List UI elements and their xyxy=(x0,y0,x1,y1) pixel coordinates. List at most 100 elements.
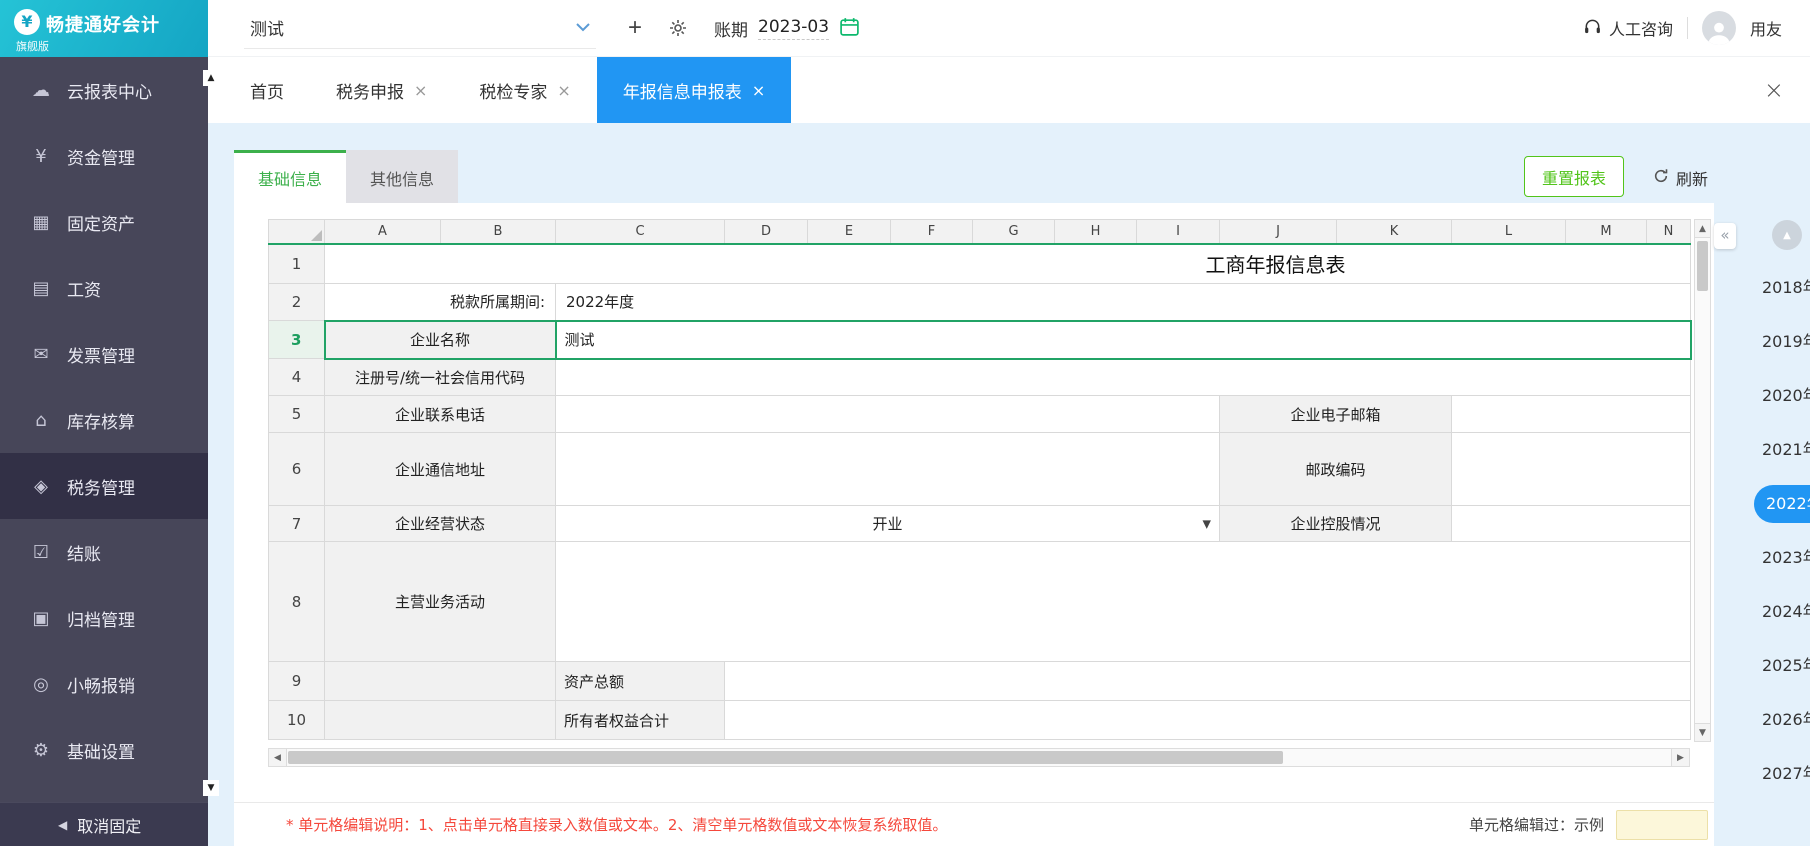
column-header[interactable]: I xyxy=(1136,219,1220,245)
column-header[interactable]: C xyxy=(555,219,725,245)
cell-holding[interactable] xyxy=(1451,505,1691,542)
cell-company-name[interactable]: 测试 xyxy=(554,319,1692,360)
cell-phone[interactable] xyxy=(555,395,1220,433)
account-select[interactable]: 测试 xyxy=(244,7,596,49)
collapse-years-button[interactable]: « xyxy=(1714,223,1736,249)
sheet-horizontal-scrollbar[interactable]: ◀ ▶ xyxy=(268,748,1690,767)
reset-report-button[interactable]: 重置报表 xyxy=(1524,156,1624,197)
vertical-scroll-thumb[interactable] xyxy=(1697,241,1708,291)
column-header[interactable]: H xyxy=(1054,219,1137,245)
cell-assets[interactable] xyxy=(724,661,1691,701)
scroll-down-icon[interactable]: ▼ xyxy=(1695,723,1710,741)
scroll-up-icon[interactable]: ▲ xyxy=(1695,220,1710,238)
period-cell-value[interactable]: 2022年度 xyxy=(555,283,1691,321)
tab-other-info[interactable]: 其他信息 xyxy=(346,150,459,203)
year-item-2026[interactable]: 2026年 xyxy=(1714,701,1810,739)
year-item-2027[interactable]: 2027年 xyxy=(1714,755,1810,793)
cell-business[interactable] xyxy=(555,541,1691,662)
year-item-2019[interactable]: 2019年 xyxy=(1714,323,1810,361)
column-header[interactable]: J xyxy=(1219,219,1337,245)
year-item-2020[interactable]: 2020年 xyxy=(1714,377,1810,415)
sidebar-item-funds[interactable]: ¥ 资金管理 xyxy=(0,123,208,189)
sidebar-scroll-down-icon[interactable]: ▼ xyxy=(203,780,219,796)
support-link[interactable]: 人工咨询 xyxy=(1583,16,1673,40)
tab-tax-expert[interactable]: 税检专家 × xyxy=(453,57,596,123)
add-account-button[interactable]: + xyxy=(628,14,642,42)
row-header[interactable]: 10 xyxy=(268,700,325,740)
tab-home[interactable]: 首页 xyxy=(224,57,310,123)
cell-zip[interactable] xyxy=(1451,432,1691,506)
scroll-left-icon[interactable]: ◀ xyxy=(269,749,287,766)
archive-icon: ▣ xyxy=(32,607,50,629)
column-header[interactable]: G xyxy=(972,219,1055,245)
year-item-2021[interactable]: 2021年 xyxy=(1714,431,1810,469)
row-header[interactable]: 8 xyxy=(268,541,325,662)
column-header[interactable]: B xyxy=(440,219,556,245)
column-header[interactable]: L xyxy=(1451,219,1566,245)
year-item-2022[interactable]: 2022年 xyxy=(1754,485,1810,523)
row-header[interactable]: 1 xyxy=(268,243,325,284)
year-item-2025[interactable]: 2025年 xyxy=(1714,647,1810,685)
sidebar-item-settings[interactable]: ⚙ 基础设置 xyxy=(0,717,208,783)
sidebar-item-cloud-reports[interactable]: ☁ 云报表中心 xyxy=(0,57,208,123)
refresh-button[interactable]: 刷新 xyxy=(1653,166,1708,190)
year-item-2018[interactable]: 2018年 xyxy=(1714,269,1810,307)
sidebar-item-label: 工资 xyxy=(67,280,101,301)
user-name[interactable]: 用友 xyxy=(1750,16,1782,40)
close-tab-icon[interactable]: × xyxy=(752,81,765,100)
gear-icon[interactable] xyxy=(668,18,688,38)
column-header[interactable]: K xyxy=(1336,219,1452,245)
row-header[interactable]: 6 xyxy=(268,432,325,506)
column-header[interactable]: E xyxy=(807,219,891,245)
row-header[interactable]: 7 xyxy=(268,505,325,542)
sidebar-item-tax[interactable]: ◈ 税务管理 xyxy=(0,453,208,519)
tab-basic-info[interactable]: 基础信息 xyxy=(234,150,347,203)
cell-equity[interactable] xyxy=(724,700,1691,740)
sidebar-item-reimburse[interactable]: ◎ 小畅报销 xyxy=(0,651,208,717)
cell-regcode[interactable] xyxy=(555,358,1691,396)
period-cell-label: 税款所属期间: xyxy=(324,283,556,321)
scroll-right-icon[interactable]: ▶ xyxy=(1671,749,1689,766)
close-tab-icon[interactable]: × xyxy=(557,81,570,100)
year-item-2023[interactable]: 2023年 xyxy=(1714,539,1810,577)
column-header[interactable]: M xyxy=(1565,219,1647,245)
tab-annual-report[interactable]: 年报信息申报表 × xyxy=(596,57,792,123)
sidebar-item-label: 云报表中心 xyxy=(67,82,152,103)
dropdown-arrow-icon[interactable]: ▼ xyxy=(1203,517,1211,530)
unpin-sidebar-button[interactable]: ◀ 取消固定 xyxy=(0,802,208,846)
row-header[interactable]: 4 xyxy=(268,358,325,396)
phone-label: 企业联系电话 xyxy=(324,395,556,433)
closing-icon: ☑ xyxy=(32,541,50,563)
sidebar-item-inventory[interactable]: ⌂ 库存核算 xyxy=(0,387,208,453)
status-label: 企业经营状态 xyxy=(324,505,556,542)
row-header[interactable]: 3 xyxy=(268,320,325,359)
select-all-corner[interactable] xyxy=(268,219,325,245)
close-tab-icon[interactable]: × xyxy=(414,81,427,100)
row-header[interactable]: 2 xyxy=(268,283,325,321)
column-header[interactable]: N xyxy=(1646,219,1691,245)
close-page-icon[interactable]: × xyxy=(1764,57,1784,123)
tab-tax-filing[interactable]: 税务申报 × xyxy=(310,57,453,123)
year-item-2024[interactable]: 2024年 xyxy=(1714,593,1810,631)
sidebar-item-fixed-assets[interactable]: ▦ 固定资产 xyxy=(0,189,208,255)
sidebar-item-guide[interactable]: ✎新手引导 xyxy=(0,783,208,802)
sheet-vertical-scrollbar[interactable]: ▲ ▼ xyxy=(1694,219,1711,742)
column-header[interactable]: F xyxy=(890,219,973,245)
sidebar-item-archive[interactable]: ▣ 归档管理 xyxy=(0,585,208,651)
column-header[interactable]: A xyxy=(324,219,441,245)
cell-address[interactable] xyxy=(555,432,1220,506)
scroll-top-button[interactable]: ▲ xyxy=(1772,220,1802,250)
avatar[interactable] xyxy=(1701,11,1736,45)
sidebar-scroll-up-icon[interactable]: ▲ xyxy=(203,70,219,86)
row-header[interactable]: 5 xyxy=(268,395,325,433)
cell-email[interactable] xyxy=(1451,395,1691,433)
row-header[interactable]: 9 xyxy=(268,661,325,701)
sidebar-item-invoices[interactable]: ✉ 发票管理 xyxy=(0,321,208,387)
horizontal-scroll-thumb[interactable] xyxy=(288,751,1283,764)
cell-business-status[interactable]: 开业 ▼ xyxy=(555,505,1220,542)
sidebar-item-closing[interactable]: ☑ 结账 xyxy=(0,519,208,585)
column-header[interactable]: D xyxy=(724,219,808,245)
period-value[interactable]: 2023-03 xyxy=(758,17,830,40)
sidebar-item-payroll[interactable]: ▤ 工资 xyxy=(0,255,208,321)
calendar-icon[interactable] xyxy=(839,16,860,41)
